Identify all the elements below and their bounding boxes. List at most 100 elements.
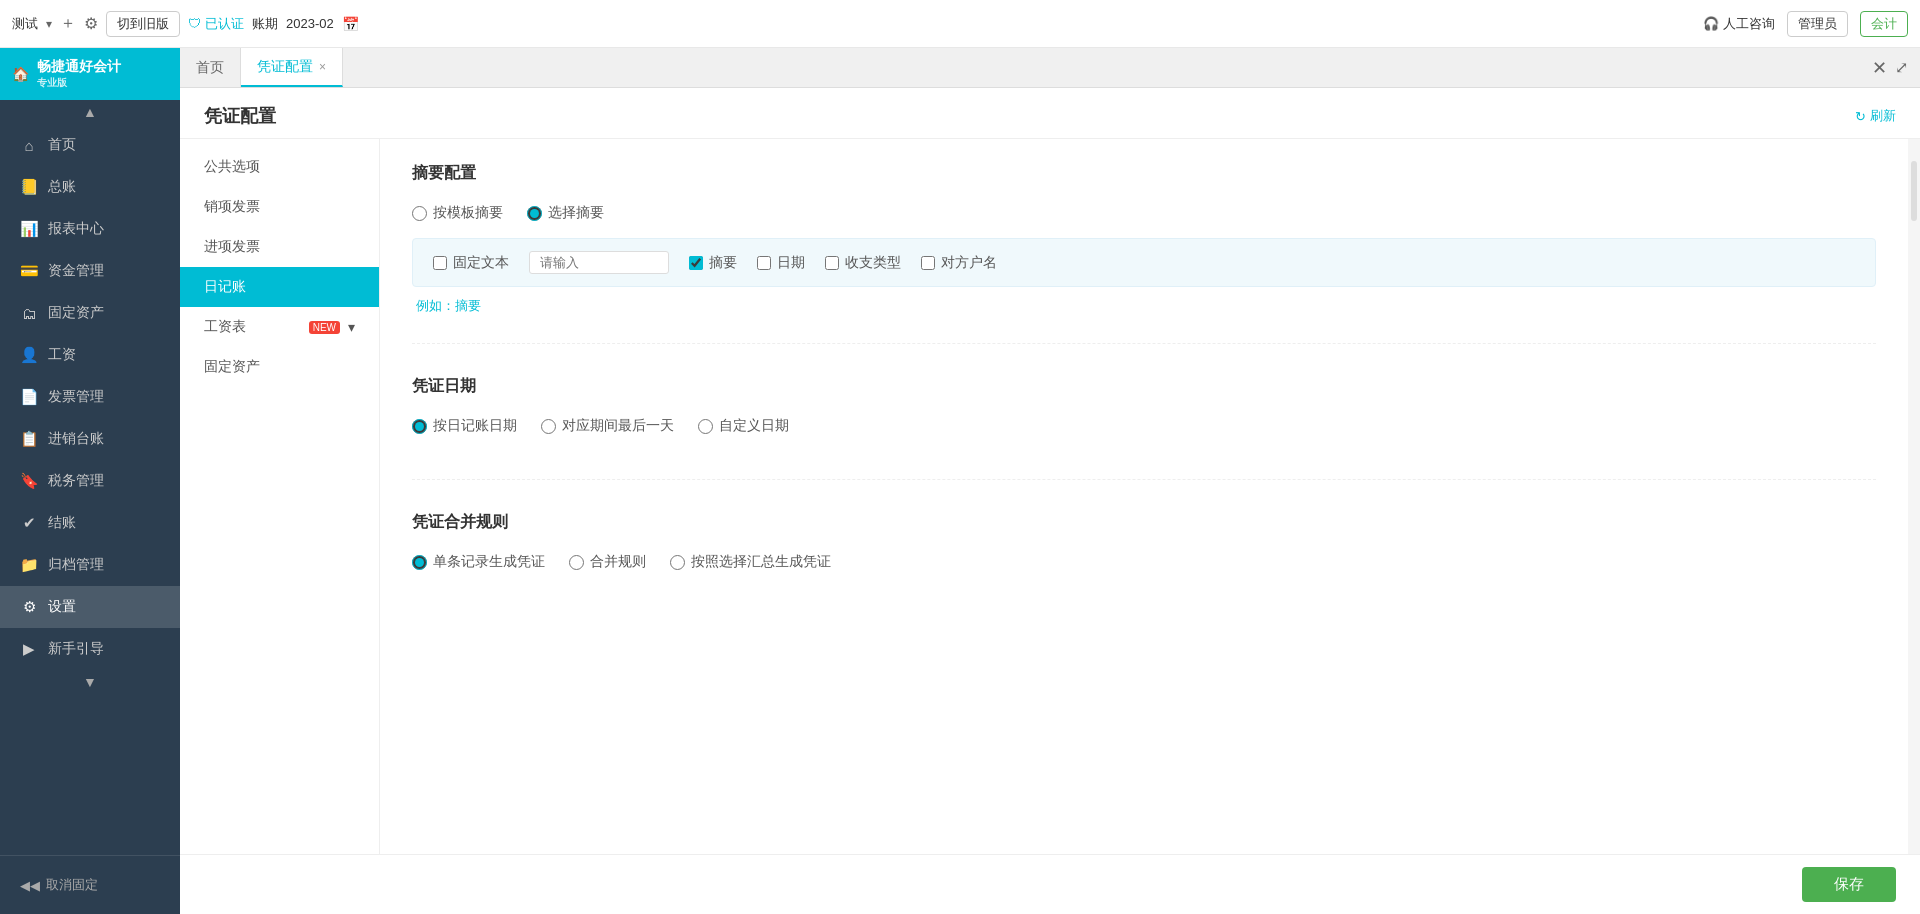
sidebar-item-archive[interactable]: 📁 归档管理	[0, 544, 180, 586]
custom-date-radio[interactable]	[698, 419, 713, 434]
logo-icon: 🏠	[12, 66, 29, 82]
sidebar-item-tax[interactable]: 🔖 税务管理	[0, 460, 180, 502]
template-radio-item[interactable]: 按模板摘要	[412, 204, 503, 222]
new-badge: NEW	[309, 321, 340, 334]
certified-label: 已认证	[205, 15, 244, 33]
sidebar-scroll-down[interactable]: ▼	[0, 670, 180, 694]
sidebar-item-report[interactable]: 📊 报表中心	[0, 208, 180, 250]
sidebar-item-invoice[interactable]: 📄 发票管理	[0, 376, 180, 418]
tab-bar: 首页 凭证配置 × ✕ ⤢	[180, 48, 1920, 88]
tab-voucher-config[interactable]: 凭证配置 ×	[241, 48, 343, 87]
summary-section-title: 摘要配置	[412, 163, 1876, 184]
closing-icon: ✔	[20, 514, 38, 532]
tab-close-icon[interactable]: ×	[319, 60, 326, 74]
logo-text: 畅捷通好会计	[37, 58, 121, 76]
date-radio-group: 按日记账日期 对应期间最后一天 自定义日期	[412, 417, 1876, 435]
custom-date-radio-item[interactable]: 自定义日期	[698, 417, 789, 435]
sidebar-item-guide[interactable]: ▶ 新手引导	[0, 628, 180, 670]
summary-checkbox[interactable]	[689, 256, 703, 270]
template-radio-input[interactable]	[412, 206, 427, 221]
ledger-icon: 📒	[20, 178, 38, 196]
date-section-title: 凭证日期	[412, 376, 1876, 397]
fixed-text-checkbox[interactable]	[433, 256, 447, 270]
fixed-text-input[interactable]	[529, 251, 669, 274]
tab-home[interactable]: 首页	[180, 48, 241, 87]
certified-badge: 🛡 已认证	[188, 15, 244, 33]
consult-label: 人工咨询	[1723, 15, 1775, 33]
shield-icon: 🛡	[188, 16, 201, 31]
date-checkbox-item[interactable]: 日期	[757, 254, 805, 272]
refresh-button[interactable]: ↻ 刷新	[1855, 107, 1896, 125]
period-last-radio-item[interactable]: 对应期间最后一天	[541, 417, 674, 435]
select-radio-label: 选择摘要	[548, 204, 604, 222]
assets-icon: 🗂	[20, 305, 38, 322]
counterpart-label: 对方户名	[941, 254, 997, 272]
sidebar-label-ledger: 总账	[48, 178, 76, 196]
window-expand-icon[interactable]: ⤢	[1895, 58, 1908, 77]
merge-rule-radio[interactable]	[569, 555, 584, 570]
sidebar-item-home[interactable]: ⌂ 首页	[0, 124, 180, 166]
journal-date-radio-item[interactable]: 按日记账日期	[412, 417, 517, 435]
consult-button[interactable]: 🎧 人工咨询	[1703, 15, 1775, 33]
sidebar-item-ledger[interactable]: 📒 总账	[0, 166, 180, 208]
refresh-icon: ↻	[1855, 109, 1866, 124]
sidebar-item-assets[interactable]: 🗂 固定资产	[0, 292, 180, 334]
company-dropdown-icon[interactable]: ▾	[46, 17, 52, 31]
select-merge-label: 按照选择汇总生成凭证	[691, 553, 831, 571]
left-nav-sales[interactable]: 销项发票	[180, 187, 379, 227]
counterpart-checkbox-item[interactable]: 对方户名	[921, 254, 997, 272]
sidebar-item-capital[interactable]: 💳 资金管理	[0, 250, 180, 292]
sidebar-item-settings[interactable]: ⚙ 设置	[0, 586, 180, 628]
select-merge-radio-item[interactable]: 按照选择汇总生成凭证	[670, 553, 831, 571]
save-button[interactable]: 保存	[1802, 867, 1896, 902]
sidebar-item-closing[interactable]: ✔ 结账	[0, 502, 180, 544]
company-name: 测试	[12, 15, 38, 33]
cancel-fixed-button[interactable]: ◀◀ 取消固定	[0, 866, 180, 904]
sidebar-item-purchase[interactable]: 📋 进销台账	[0, 418, 180, 460]
date-checkbox[interactable]	[757, 256, 771, 270]
period-label: 账期	[252, 15, 278, 33]
left-nav-public[interactable]: 公共选项	[180, 147, 379, 187]
left-nav-purchase-inv[interactable]: 进项发票	[180, 227, 379, 267]
salary-icon: 👤	[20, 346, 38, 364]
sidebar-item-salary[interactable]: 👤 工资	[0, 334, 180, 376]
admin-button[interactable]: 管理员	[1787, 11, 1848, 37]
fixed-text-checkbox-item[interactable]: 固定文本	[433, 254, 509, 272]
left-nav-payroll[interactable]: 工资表 NEW ▾	[180, 307, 379, 347]
add-icon[interactable]: ＋	[60, 13, 76, 34]
select-merge-radio[interactable]	[670, 555, 685, 570]
merge-rule-radio-item[interactable]: 合并规则	[569, 553, 646, 571]
sidebar-label-report: 报表中心	[48, 220, 104, 238]
summary-checkbox-item[interactable]: 摘要	[689, 254, 737, 272]
period-last-radio[interactable]	[541, 419, 556, 434]
sidebar-label-closing: 结账	[48, 514, 76, 532]
scrollbar-thumb[interactable]	[1911, 161, 1917, 221]
counterpart-checkbox[interactable]	[921, 256, 935, 270]
config-main: 摘要配置 按模板摘要 选择摘要	[380, 139, 1908, 854]
select-radio-item[interactable]: 选择摘要	[527, 204, 604, 222]
journal-date-radio[interactable]	[412, 419, 427, 434]
content-area: 首页 凭证配置 × ✕ ⤢ 凭证配置 ↻ 刷新	[180, 48, 1920, 914]
cancel-fixed-label: 取消固定	[46, 876, 98, 894]
income-type-label: 收支类型	[845, 254, 901, 272]
income-type-checkbox[interactable]	[825, 256, 839, 270]
income-type-checkbox-item[interactable]: 收支类型	[825, 254, 901, 272]
sidebar-scroll-up[interactable]: ▲	[0, 100, 180, 124]
calendar-icon[interactable]: 📅	[342, 16, 359, 32]
right-scrollbar	[1908, 139, 1920, 854]
single-radio-item[interactable]: 单条记录生成凭证	[412, 553, 545, 571]
left-nav-fixed-assets[interactable]: 固定资产	[180, 347, 379, 387]
single-radio[interactable]	[412, 555, 427, 570]
settings-icon[interactable]: ⚙	[84, 14, 98, 33]
switch-version-button[interactable]: 切到旧版	[106, 11, 180, 37]
left-nav-journal[interactable]: 日记账	[180, 267, 379, 307]
page-footer: 保存	[180, 854, 1920, 914]
page-title: 凭证配置	[204, 104, 276, 128]
accountant-button[interactable]: 会计	[1860, 11, 1908, 37]
report-icon: 📊	[20, 220, 38, 238]
select-radio-input[interactable]	[527, 206, 542, 221]
home-icon: ⌂	[20, 137, 38, 154]
window-close-icon[interactable]: ✕	[1872, 57, 1887, 79]
sidebar-label-invoice: 发票管理	[48, 388, 104, 406]
sidebar-label-tax: 税务管理	[48, 472, 104, 490]
